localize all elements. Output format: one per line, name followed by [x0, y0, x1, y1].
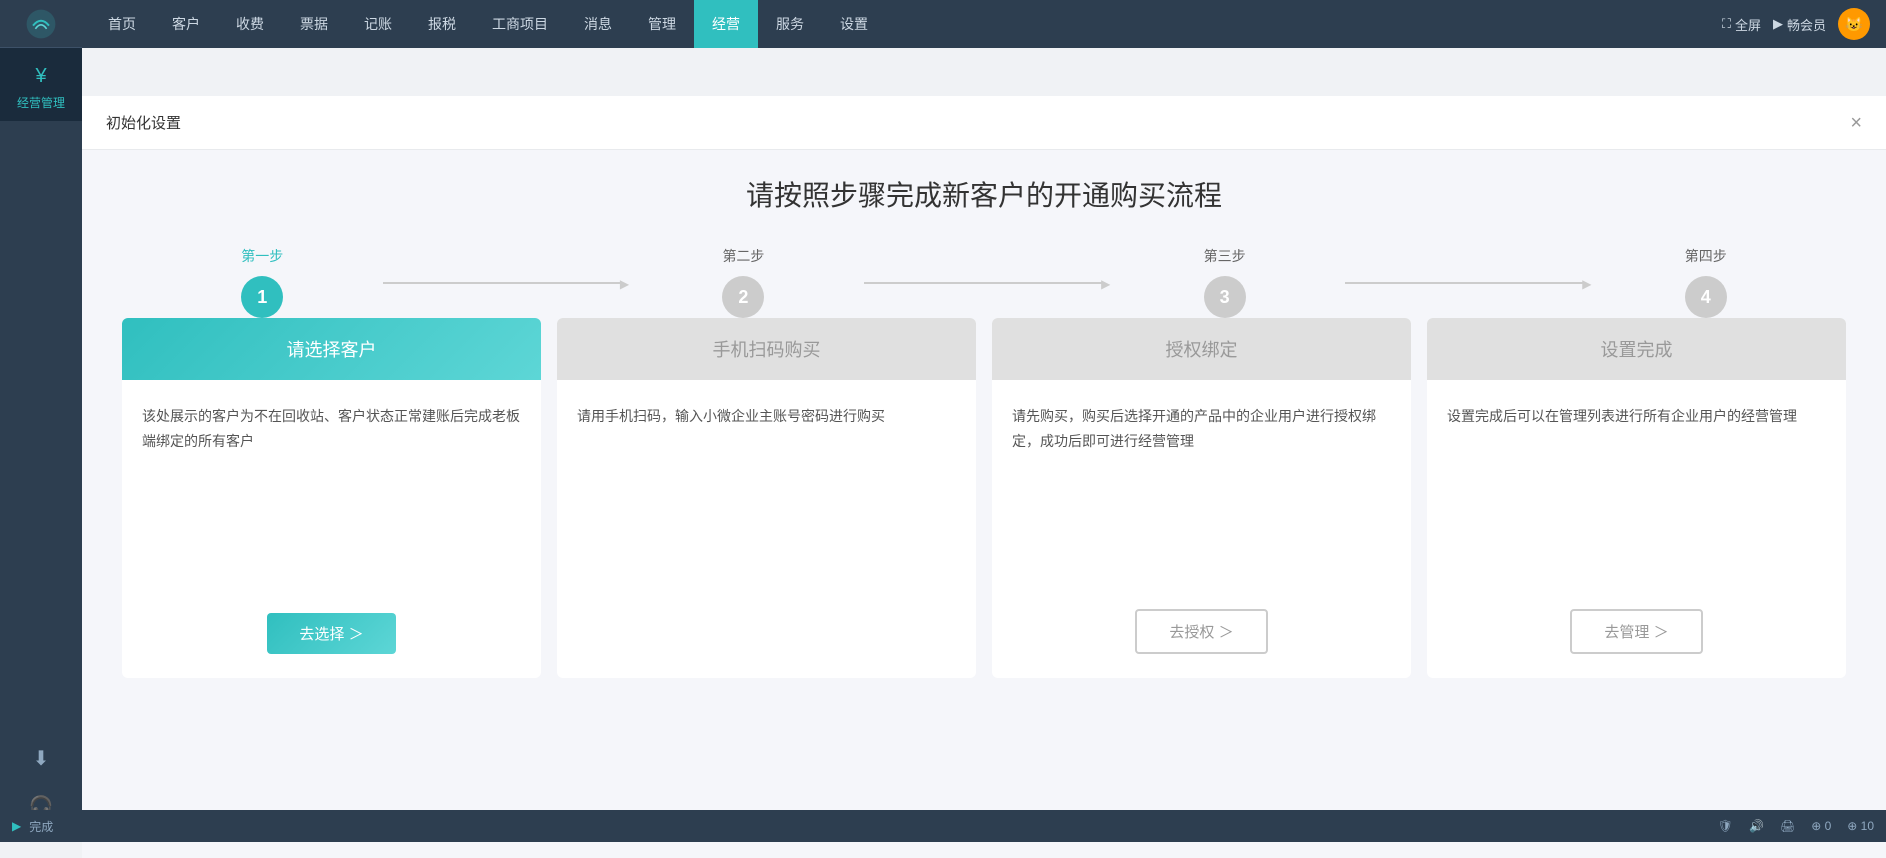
page-title: 初始化设置 [106, 112, 181, 133]
nav-tax[interactable]: 报税 [410, 0, 474, 48]
step3-card-body: 请先购买，购买后选择开通的产品中的企业用户进行授权绑定，成功后即可进行经营管理 [992, 380, 1411, 593]
step3-header: 第三步 3 [1104, 246, 1345, 318]
nav-manage[interactable]: 管理 [630, 0, 694, 48]
step2-circle: 2 [722, 276, 764, 318]
step4-card: 设置完成 设置完成后可以在管理列表进行所有企业用户的经营管理 去管理 ＞ [1427, 318, 1846, 678]
sidebar-logo [0, 0, 82, 48]
print-icon: 🖨 [1780, 819, 1795, 833]
step3-circle: 3 [1204, 276, 1246, 318]
step2-card-body: 请用手机扫码，输入小微企业主账号密码进行购买 [557, 380, 976, 638]
status-bar: ▶ 完成 🛡 🔊 🖨 ⊕ 0 ⊕ 10 [0, 810, 1886, 842]
nav-jingying[interactable]: 经营 [694, 0, 758, 48]
step4-circle: 4 [1685, 276, 1727, 318]
sidebar-item-label: 经营管理 [17, 94, 65, 111]
step4-label: 第四步 [1685, 246, 1727, 266]
step-arrow-1: ▶ [383, 246, 624, 284]
update-count: ⊕ 10 [1847, 819, 1874, 833]
step1-card-body: 该处展示的客户为不在回收站、客户状态正常建账后完成老板端绑定的所有客户 [122, 380, 541, 597]
download-icon[interactable]: ⬇ [21, 738, 61, 778]
sidebar: ¥ 经营管理 ⬇ 🎧 [0, 0, 82, 842]
nav-customer[interactable]: 客户 [154, 0, 218, 48]
notif-count: ⊕ 0 [1811, 819, 1831, 833]
step1-card-header: 请选择客户 [122, 318, 541, 380]
shield-icon: 🛡 [1718, 819, 1733, 833]
nav-invoice[interactable]: 票据 [282, 0, 346, 48]
play-status-icon: ▶ [12, 819, 21, 833]
step3-label: 第三步 [1204, 246, 1246, 266]
step2-label: 第二步 [722, 246, 764, 266]
nav-message[interactable]: 消息 [566, 0, 630, 48]
vip-btn[interactable]: ▶ 畅会员 [1773, 15, 1826, 34]
status-text: 完成 [29, 818, 53, 835]
step3-card-footer: 去授权 ＞ [992, 593, 1411, 678]
step-arrow-2: ▶ [864, 246, 1105, 284]
yuan-icon: ¥ [27, 62, 55, 90]
volume-icon: 🔊 [1749, 819, 1764, 833]
step3-card-header: 授权绑定 [992, 318, 1411, 380]
content-area: 请按照步骤完成新客户的开通购买流程 第一步 1 ▶ 第二步 2 [82, 150, 1886, 702]
status-bar-right: 🛡 🔊 🖨 ⊕ 0 ⊕ 10 [1718, 819, 1874, 833]
step4-action-btn[interactable]: 去管理 ＞ [1570, 609, 1702, 654]
nav-biz[interactable]: 工商项目 [474, 0, 566, 48]
step4-card-header: 设置完成 [1427, 318, 1846, 380]
nav-home[interactable]: 首页 [90, 0, 154, 48]
step1-circle: 1 [241, 276, 283, 318]
nav-settings[interactable]: 设置 [822, 0, 886, 48]
fullscreen-icon: ⛶ [1722, 16, 1731, 32]
close-button[interactable]: × [1850, 113, 1862, 133]
step3-action-btn[interactable]: 去授权 ＞ [1135, 609, 1267, 654]
step2-card: 手机扫码购买 请用手机扫码，输入小微企业主账号密码进行购买 [557, 318, 976, 678]
step4-card-body: 设置完成后可以在管理列表进行所有企业用户的经营管理 [1427, 380, 1846, 593]
step1-card: 请选择客户 该处展示的客户为不在回收站、客户状态正常建账后完成老板端绑定的所有客… [122, 318, 541, 678]
main-content: 初始化设置 × 请按照步骤完成新客户的开通购买流程 第一步 1 ▶ 第二步 [82, 96, 1886, 858]
step-arrow-3: ▶ [1345, 246, 1586, 284]
cards-row: 请选择客户 该处展示的客户为不在回收站、客户状态正常建账后完成老板端绑定的所有客… [122, 318, 1846, 678]
step1-card-footer: 去选择 ＞ [122, 597, 541, 678]
sidebar-item-jingying[interactable]: ¥ 经营管理 [0, 48, 82, 121]
vip-label: 畅会员 [1787, 15, 1826, 34]
top-nav: 首页 客户 收费 票据 记账 报税 工商项目 消息 管理 经营 服务 设置 ⛶ … [0, 0, 1886, 48]
avatar[interactable]: 😺 [1838, 8, 1870, 40]
step3-card: 授权绑定 请先购买，购买后选择开通的产品中的企业用户进行授权绑定，成功后即可进行… [992, 318, 1411, 678]
play-icon: ▶ [1773, 16, 1783, 32]
nav-right: ⛶ 全屏 ▶ 畅会员 😺 [1722, 8, 1886, 40]
page-header: 初始化设置 × [82, 96, 1886, 150]
step4-card-footer: 去管理 ＞ [1427, 593, 1846, 678]
step1-label: 第一步 [241, 246, 283, 266]
fullscreen-label: 全屏 [1735, 15, 1761, 34]
nav-payment[interactable]: 收费 [218, 0, 282, 48]
nav-service[interactable]: 服务 [758, 0, 822, 48]
main-title: 请按照步骤完成新客户的开通购买流程 [122, 174, 1846, 214]
step1-action-btn[interactable]: 去选择 ＞ [267, 613, 395, 654]
fullscreen-btn[interactable]: ⛶ 全屏 [1722, 15, 1761, 34]
nav-accounting[interactable]: 记账 [346, 0, 410, 48]
step2-card-header: 手机扫码购买 [557, 318, 976, 380]
step1-header: 第一步 1 [142, 246, 383, 318]
step2-card-footer [557, 638, 976, 678]
step2-header: 第二步 2 [623, 246, 864, 318]
step4-header: 第四步 4 [1585, 246, 1826, 318]
